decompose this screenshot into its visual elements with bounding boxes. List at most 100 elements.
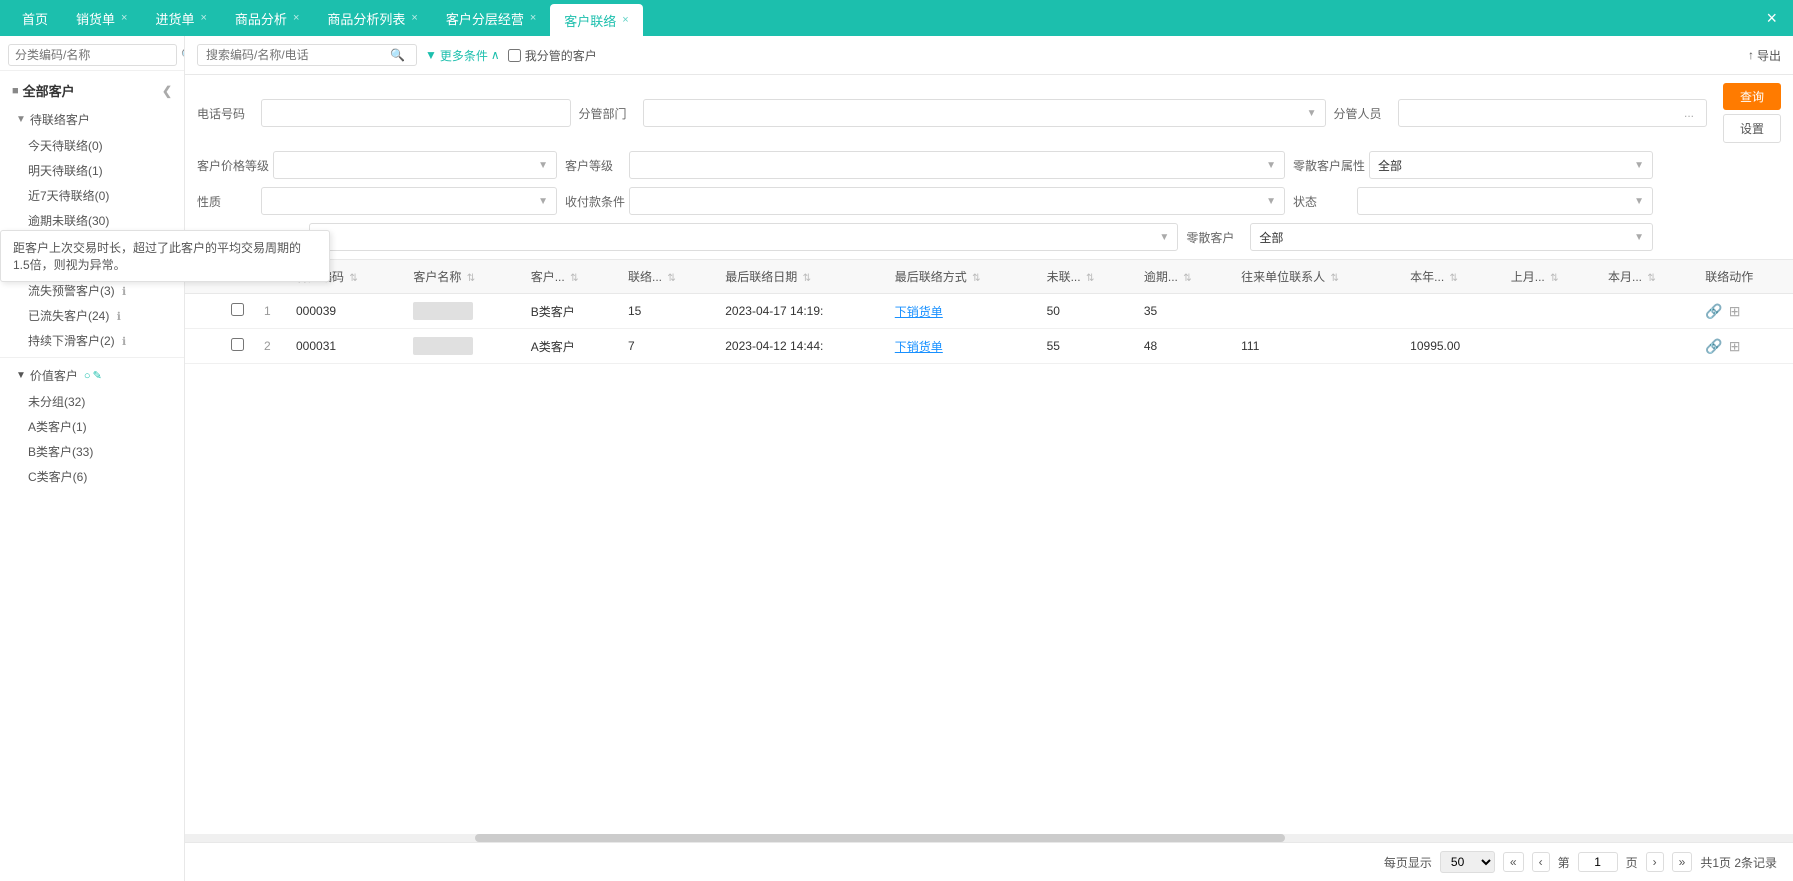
th-no-contact-sort[interactable]: ⇅ (1086, 273, 1094, 284)
export-button[interactable]: ↑ 导出 (1748, 47, 1781, 64)
retail-customer-select[interactable]: 全部 ▼ (1250, 223, 1653, 251)
th-name[interactable]: 客户名称 ⇅ (403, 260, 520, 294)
search-input[interactable] (206, 48, 386, 62)
pending-7days[interactable]: 近7天待联络(0) (0, 183, 184, 208)
th-code-sort[interactable]: ⇅ (349, 273, 357, 284)
more-conditions-btn[interactable]: ▼ 更多条件 ∧ (425, 47, 500, 64)
lost-customers[interactable]: 已流失客户(24) ℹ (0, 303, 184, 328)
app-close-button[interactable]: × (1758, 8, 1785, 29)
status-select[interactable]: ▼ (1357, 187, 1653, 215)
th-this-month[interactable]: 本月... ⇅ (1598, 260, 1695, 294)
last-page-btn[interactable]: » (1672, 852, 1693, 872)
query-button[interactable]: 查询 (1723, 83, 1781, 110)
row1-grid-icon[interactable]: ⊞ (1729, 303, 1741, 320)
th-company-contacts-sort[interactable]: ⇅ (1330, 273, 1338, 284)
th-last-date-label: 最后联络日期 (725, 270, 797, 284)
nav-analysis-list-close[interactable]: × (411, 12, 417, 24)
th-last-contact-method[interactable]: 最后联络方式 ⇅ (885, 260, 1037, 294)
th-contact-count[interactable]: 联络... ⇅ (618, 260, 715, 294)
per-page-select[interactable]: 50 20 100 (1440, 851, 1495, 873)
customer-grade-label: 客户等级 (565, 157, 625, 174)
horizontal-scrollbar[interactable] (185, 834, 1793, 842)
row2-checkbox[interactable] (231, 338, 244, 351)
nav-sales-close[interactable]: × (121, 12, 127, 24)
settings-button[interactable]: 设置 (1723, 114, 1781, 143)
value-edit-icon[interactable]: ○ (84, 370, 91, 382)
prev-page-btn[interactable]: ‹ (1532, 852, 1550, 872)
my-customer-checkbox-wrap[interactable]: 我分管的客户 (508, 47, 597, 64)
nav-sales[interactable]: 销货单 × (62, 0, 141, 36)
th-last-month-sort[interactable]: ⇅ (1550, 273, 1558, 284)
nav-customer-contact-close[interactable]: × (622, 14, 628, 26)
search-icon-btn[interactable]: 🔍 (390, 48, 405, 62)
th-last-method-sort[interactable]: ⇅ (972, 273, 980, 284)
nav-customer-segment-close[interactable]: × (530, 12, 536, 24)
row1-last-method[interactable]: 下销货单 (885, 294, 1037, 329)
sidebar: 🔍 ■ 全部客户 ❮ ▼ 待联络客户 今天待联络(0) 明天待联络(1) 近7天… (0, 36, 185, 881)
dept-select[interactable]: ▼ (643, 99, 1326, 127)
row2-grid-icon[interactable]: ⊞ (1729, 338, 1741, 355)
pending-today[interactable]: 今天待联络(0) (0, 133, 184, 158)
pending-contact-title[interactable]: ▼ 待联络客户 (0, 106, 184, 133)
value-customer-header[interactable]: ▼ 价值客户 ○ ✎ (0, 362, 184, 389)
th-last-month[interactable]: 上月... ⇅ (1501, 260, 1598, 294)
nav-home[interactable]: 首页 (8, 0, 62, 36)
scroll-thumb[interactable] (475, 834, 1285, 842)
th-this-year-sort[interactable]: ⇅ (1450, 273, 1458, 284)
customer-type-select[interactable]: ▼ (309, 223, 1178, 251)
th-this-month-sort[interactable]: ⇅ (1647, 273, 1655, 284)
value-settings-icon[interactable]: ✎ (93, 369, 102, 382)
row2-link-icon[interactable]: 🔗 (1705, 338, 1722, 355)
gender-select[interactable]: ▼ (261, 187, 557, 215)
chevron-down-icon: ∧ (491, 48, 500, 62)
row2-checkbox-cell[interactable] (221, 329, 254, 364)
th-last-date-sort[interactable]: ⇅ (803, 273, 811, 284)
th-overdue-sort[interactable]: ⇅ (1183, 273, 1191, 284)
gender-label: 性质 (197, 193, 257, 210)
b-class-customers[interactable]: B类客户(33) (0, 439, 184, 464)
next-page-btn[interactable]: › (1646, 852, 1664, 872)
price-grade-select[interactable]: ▼ (273, 151, 557, 179)
nav-analysis[interactable]: 商品分析 × (221, 0, 313, 36)
a-class-customers[interactable]: A类客户(1) (0, 414, 184, 439)
row1-checkbox-cell[interactable] (221, 294, 254, 329)
unclassified-customers[interactable]: 未分组(32) (0, 389, 184, 414)
nav-purchase-close[interactable]: × (200, 12, 206, 24)
retail-attr-value: 全部 (1378, 157, 1402, 174)
my-customer-checkbox[interactable] (508, 49, 521, 62)
payment-select[interactable]: ▼ (629, 187, 1285, 215)
th-type-sort[interactable]: ⇅ (570, 273, 578, 284)
customer-grade-filter: 客户等级 ▼ (565, 151, 1285, 179)
th-this-year[interactable]: 本年... ⇅ (1400, 260, 1501, 294)
th-type[interactable]: 客户... ⇅ (521, 260, 618, 294)
declining-customers[interactable]: 持续下滑客户(2) ℹ (0, 328, 184, 353)
nav-analysis-close[interactable]: × (293, 12, 299, 24)
person-select[interactable]: ... (1398, 99, 1708, 127)
first-page-btn[interactable]: « (1503, 852, 1524, 872)
pending-tomorrow[interactable]: 明天待联络(1) (0, 158, 184, 183)
c-class-customers[interactable]: C类客户(6) (0, 464, 184, 489)
row1-link-icon[interactable]: 🔗 (1705, 303, 1722, 320)
th-last-contact-date[interactable]: 最后联络日期 ⇅ (715, 260, 885, 294)
nav-customer-segment[interactable]: 客户分层经营 × (432, 0, 550, 36)
collapse-icon[interactable]: ❮ (162, 84, 172, 98)
customer-grade-select[interactable]: ▼ (629, 151, 1285, 179)
all-customers-section[interactable]: ■ 全部客户 ❮ (0, 75, 184, 106)
th-no-contact[interactable]: 未联... ⇅ (1037, 260, 1134, 294)
person-dots[interactable]: ... (1680, 106, 1698, 120)
th-name-sort[interactable]: ⇅ (467, 273, 475, 284)
row1-checkbox[interactable] (231, 303, 244, 316)
retail-attr-select[interactable]: 全部 ▼ (1369, 151, 1653, 179)
th-overdue[interactable]: 逾期... ⇅ (1134, 260, 1231, 294)
all-customers-label: 全部客户 (23, 81, 75, 100)
page-number-input[interactable] (1578, 852, 1618, 872)
sidebar-search-input[interactable] (8, 44, 177, 66)
nav-customer-contact[interactable]: 客户联络 × (550, 4, 642, 36)
nav-purchase[interactable]: 进货单 × (141, 0, 220, 36)
row2-no-contact: 55 (1037, 329, 1134, 364)
th-contact-count-sort[interactable]: ⇅ (667, 273, 675, 284)
row2-last-method[interactable]: 下销货单 (885, 329, 1037, 364)
th-company-contacts[interactable]: 往来单位联系人 ⇅ (1231, 260, 1400, 294)
phone-input[interactable] (261, 99, 571, 127)
nav-analysis-list[interactable]: 商品分析列表 × (313, 0, 431, 36)
